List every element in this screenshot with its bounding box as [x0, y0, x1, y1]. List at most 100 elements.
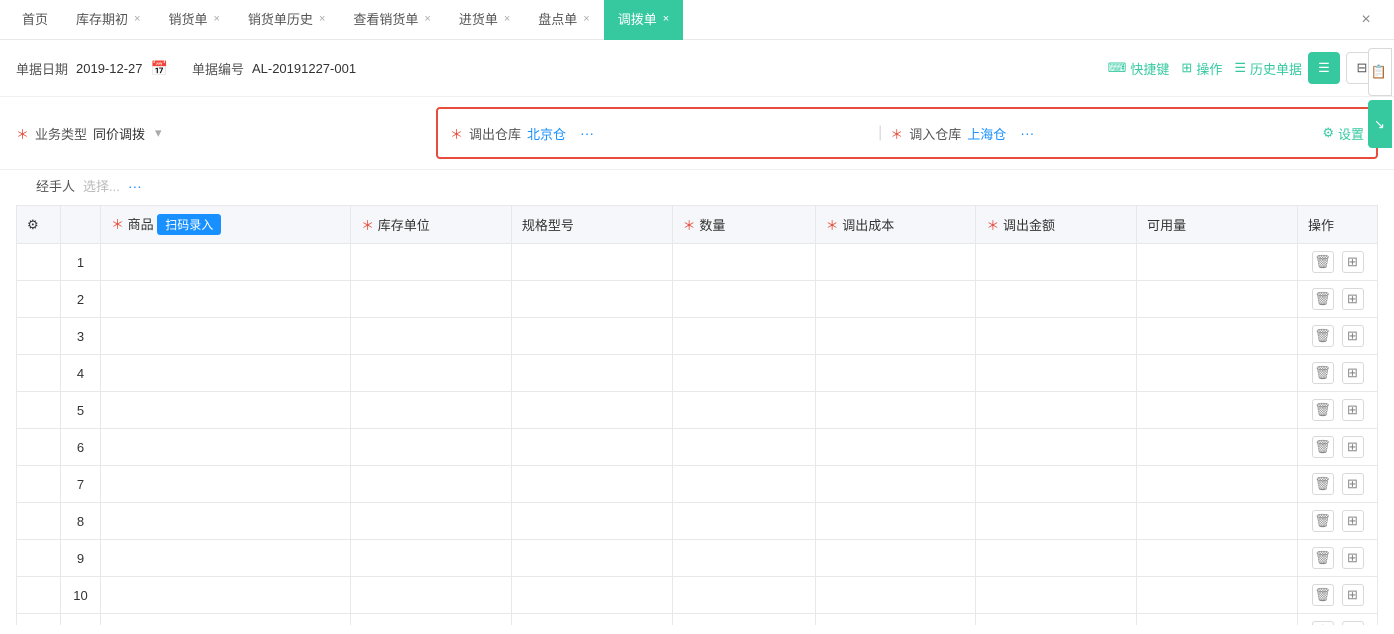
row-qty-cell[interactable] — [672, 503, 815, 540]
row-product-cell[interactable] — [101, 614, 351, 626]
sidebar-expand-button[interactable]: ↗ — [1368, 100, 1392, 148]
row-unit-cell[interactable] — [351, 577, 512, 614]
row-amount-cell[interactable] — [976, 392, 1137, 429]
row-spec-cell[interactable] — [511, 244, 672, 281]
row-amount-cell[interactable] — [976, 355, 1137, 392]
row-copy-icon[interactable]: ⊞ — [1342, 251, 1364, 273]
row-qty-cell[interactable] — [672, 244, 815, 281]
row-product-cell[interactable] — [101, 577, 351, 614]
row-qty-cell[interactable] — [672, 614, 815, 626]
col-header-settings[interactable]: ⚙ — [17, 206, 61, 244]
operations-link[interactable]: ⊞ 操作 — [1181, 59, 1222, 78]
row-available-cell[interactable] — [1137, 503, 1298, 540]
row-product-cell[interactable] — [101, 281, 351, 318]
shortcuts-link[interactable]: ⌨ 快捷键 — [1108, 59, 1170, 78]
calendar-icon[interactable]: 📅 — [151, 60, 168, 77]
row-qty-cell[interactable] — [672, 318, 815, 355]
row-cost-cell[interactable] — [815, 318, 976, 355]
row-cost-cell[interactable] — [815, 540, 976, 577]
list-view-button[interactable]: ☰ — [1308, 52, 1340, 84]
row-product-cell[interactable] — [101, 392, 351, 429]
tab-view-sales-close[interactable]: × — [424, 13, 430, 25]
row-available-cell[interactable] — [1137, 540, 1298, 577]
row-copy-icon[interactable]: ⊞ — [1342, 510, 1364, 532]
warehouse-out-value[interactable]: 北京仓 — [527, 124, 566, 143]
row-qty-cell[interactable] — [672, 281, 815, 318]
warehouse-in-ellipsis[interactable]: ··· — [1020, 125, 1034, 141]
row-copy-icon[interactable]: ⊞ — [1342, 473, 1364, 495]
row-cost-cell[interactable] — [815, 577, 976, 614]
row-qty-cell[interactable] — [672, 392, 815, 429]
row-available-cell[interactable] — [1137, 577, 1298, 614]
warehouse-in-value[interactable]: 上海仓 — [967, 124, 1006, 143]
row-available-cell[interactable] — [1137, 355, 1298, 392]
tab-sales-order-close[interactable]: × — [213, 13, 219, 25]
row-product-cell[interactable] — [101, 429, 351, 466]
row-spec-cell[interactable] — [511, 281, 672, 318]
row-spec-cell[interactable] — [511, 429, 672, 466]
tab-stocktake-close[interactable]: × — [583, 13, 589, 25]
row-amount-cell[interactable] — [976, 244, 1137, 281]
row-available-cell[interactable] — [1137, 466, 1298, 503]
tab-inventory-init-close[interactable]: × — [134, 13, 140, 25]
settings-gear-button[interactable]: ⚙ 设置 — [1322, 124, 1364, 143]
tab-inventory-init[interactable]: 库存期初 × — [62, 0, 154, 40]
tab-sales-history[interactable]: 销货单历史 × — [234, 0, 339, 40]
row-qty-cell[interactable] — [672, 540, 815, 577]
row-amount-cell[interactable] — [976, 540, 1137, 577]
row-delete-icon[interactable]: 🗑 — [1312, 399, 1334, 421]
business-type-value[interactable]: 同价调拨 — [93, 124, 145, 143]
row-unit-cell[interactable] — [351, 466, 512, 503]
row-delete-icon[interactable]: 🗑 — [1312, 510, 1334, 532]
row-unit-cell[interactable] — [351, 244, 512, 281]
tab-sales-order[interactable]: 销货单 × — [154, 0, 233, 40]
row-amount-cell[interactable] — [976, 503, 1137, 540]
row-available-cell[interactable] — [1137, 614, 1298, 626]
row-cost-cell[interactable] — [815, 429, 976, 466]
row-copy-icon[interactable]: ⊞ — [1342, 436, 1364, 458]
row-spec-cell[interactable] — [511, 318, 672, 355]
row-qty-cell[interactable] — [672, 429, 815, 466]
row-delete-icon[interactable]: 🗑 — [1312, 473, 1334, 495]
row-delete-icon[interactable]: 🗑 — [1312, 436, 1334, 458]
row-delete-icon[interactable]: 🗑 — [1312, 621, 1334, 625]
row-unit-cell[interactable] — [351, 540, 512, 577]
row-spec-cell[interactable] — [511, 503, 672, 540]
row-qty-cell[interactable] — [672, 355, 815, 392]
row-copy-icon[interactable]: ⊞ — [1342, 288, 1364, 310]
row-available-cell[interactable] — [1137, 429, 1298, 466]
row-cost-cell[interactable] — [815, 355, 976, 392]
sidebar-doc-button[interactable]: 📋 — [1368, 48, 1392, 96]
tab-home[interactable]: 首页 — [8, 0, 62, 40]
tab-transfer[interactable]: 调拨单 × — [604, 0, 683, 40]
row-product-cell[interactable] — [101, 244, 351, 281]
row-spec-cell[interactable] — [511, 614, 672, 626]
row-copy-icon[interactable]: ⊞ — [1342, 547, 1364, 569]
row-available-cell[interactable] — [1137, 281, 1298, 318]
row-unit-cell[interactable] — [351, 614, 512, 626]
tab-stocktake[interactable]: 盘点单 × — [524, 0, 603, 40]
row-amount-cell[interactable] — [976, 281, 1137, 318]
row-product-cell[interactable] — [101, 466, 351, 503]
history-link[interactable]: ☰ 历史单据 — [1234, 59, 1302, 78]
row-spec-cell[interactable] — [511, 540, 672, 577]
dropdown-arrow-icon[interactable]: ▾ — [155, 125, 162, 141]
row-spec-cell[interactable] — [511, 577, 672, 614]
row-copy-icon[interactable]: ⊞ — [1342, 325, 1364, 347]
row-unit-cell[interactable] — [351, 355, 512, 392]
row-amount-cell[interactable] — [976, 429, 1137, 466]
row-amount-cell[interactable] — [976, 318, 1137, 355]
row-product-cell[interactable] — [101, 503, 351, 540]
row-available-cell[interactable] — [1137, 392, 1298, 429]
row-amount-cell[interactable] — [976, 577, 1137, 614]
row-qty-cell[interactable] — [672, 466, 815, 503]
person-select[interactable]: 选择... — [83, 176, 120, 195]
tab-sales-history-close[interactable]: × — [319, 13, 325, 25]
row-cost-cell[interactable] — [815, 466, 976, 503]
tab-view-sales[interactable]: 查看销货单 × — [339, 0, 444, 40]
row-cost-cell[interactable] — [815, 281, 976, 318]
row-spec-cell[interactable] — [511, 392, 672, 429]
row-delete-icon[interactable]: 🗑 — [1312, 584, 1334, 606]
row-copy-icon[interactable]: ⊞ — [1342, 584, 1364, 606]
row-unit-cell[interactable] — [351, 281, 512, 318]
